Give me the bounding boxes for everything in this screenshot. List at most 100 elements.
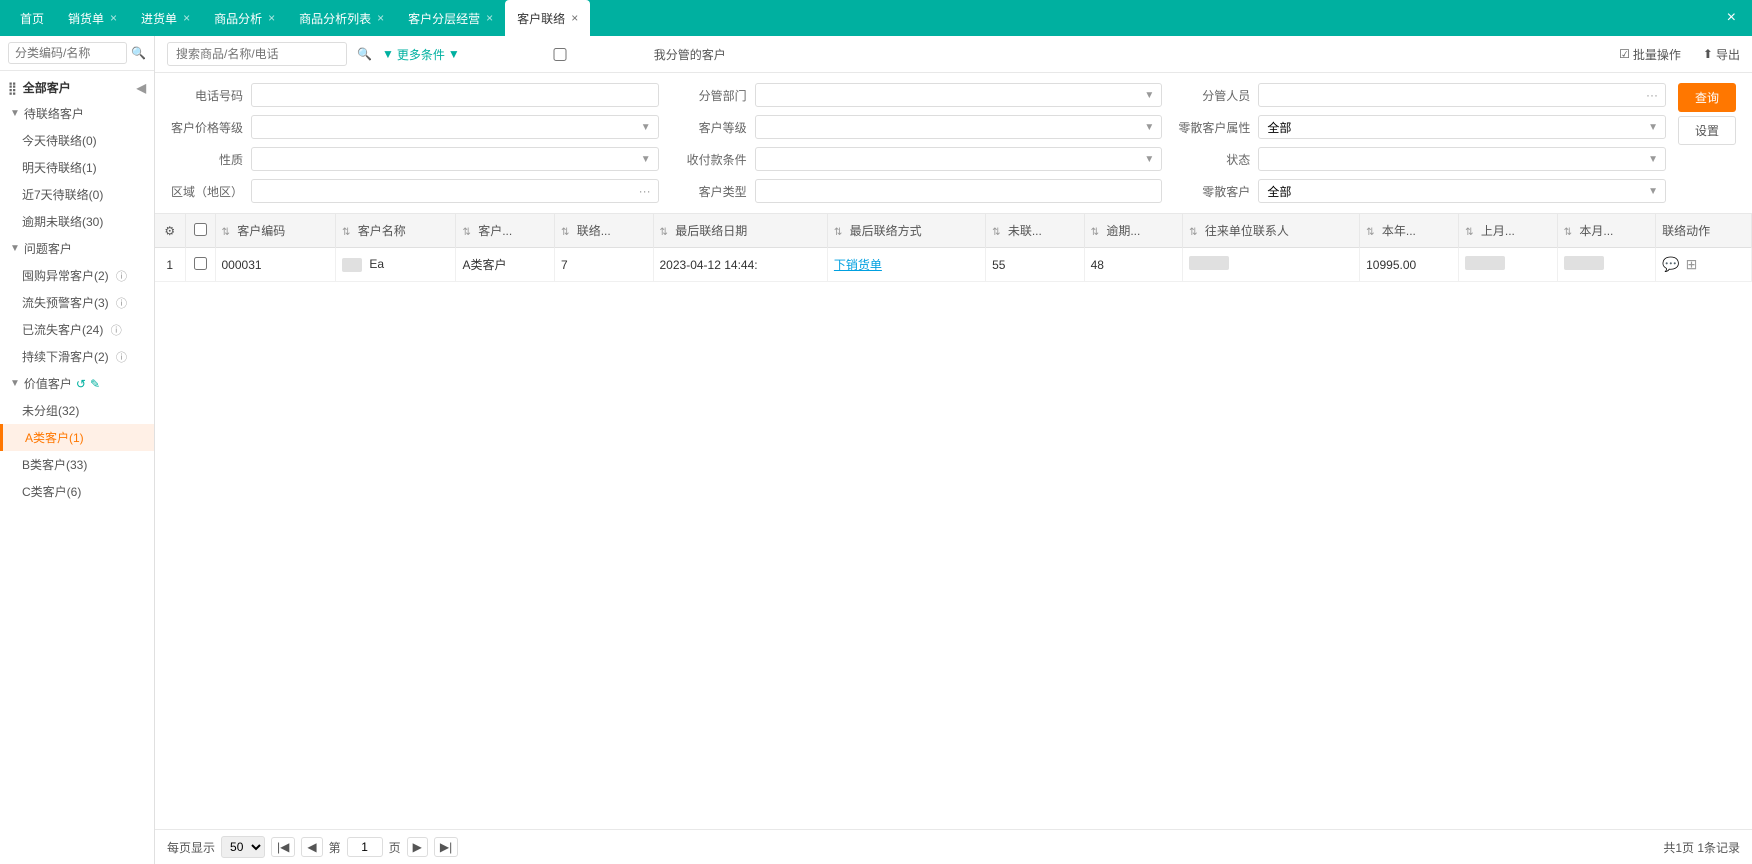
filter-retail-input[interactable] [1258, 179, 1666, 203]
filter-payment: 收付款条件 ▼ [675, 147, 1163, 171]
sidebar-item-stockpile-abnormal[interactable]: 囤购异常客户(2) ⓘ [0, 262, 154, 289]
sidebar-item-churned[interactable]: 已流失客户(24) ⓘ [0, 316, 154, 343]
filter-payment-label: 收付款条件 [675, 151, 755, 168]
select-all-checkbox[interactable] [194, 223, 207, 236]
sidebar-item-class-a[interactable]: A类客户(1) [0, 424, 154, 451]
nav-customer-segment-close[interactable]: × [486, 11, 493, 25]
sidebar-all-customers-header: ⣿ 全部客户 ◀ [0, 71, 154, 100]
nav-sales-order[interactable]: 销货单 × [56, 0, 129, 36]
name-sort-icon: ⇅ [342, 227, 350, 238]
filter-customer-level-input[interactable] [755, 115, 1163, 139]
search-icon[interactable]: 🔍 [357, 47, 372, 61]
filter-manager-input[interactable] [1258, 83, 1666, 107]
stockpile-info-icon: ⓘ [116, 271, 127, 283]
nav-sales-close[interactable]: × [110, 11, 117, 25]
th-overdue: ⇅ 逾期... [1084, 214, 1183, 248]
nav-home[interactable]: 首页 [8, 0, 56, 36]
nav-customer-contact-label: 客户联络 [517, 10, 565, 27]
th-this-year: ⇅ 本年... [1360, 214, 1459, 248]
sidebar-group-value[interactable]: ▼ 价值客户 ↺ ✎ [0, 370, 154, 397]
nav-customer-segment[interactable]: 客户分层经营 × [396, 0, 505, 36]
nav-purchase-close[interactable]: × [183, 11, 190, 25]
filter-phone-input[interactable] [251, 83, 659, 107]
nav-product-analysis-list-close[interactable]: × [377, 11, 384, 25]
more-icon[interactable]: ⊞ [1686, 256, 1698, 273]
filter-retail-attr-input[interactable] [1258, 115, 1666, 139]
page-input[interactable] [347, 837, 383, 857]
filter-retail: 零散客户 ▼ [1178, 179, 1666, 203]
prev-page-btn[interactable]: ◀ [301, 837, 322, 857]
next-page-btn[interactable]: ▶ [407, 837, 428, 857]
filter-bar: 🔍 ▼ 更多条件 ▼ 我分管的客户 ☑ 批量操作 ⬆ 导出 [155, 36, 1752, 73]
th-name: ⇅ 客户名称 [335, 214, 455, 248]
sidebar-item-7days-pending[interactable]: 近7天待联络(0) [0, 181, 154, 208]
filter-dept-label: 分管部门 [675, 87, 755, 104]
nav-customer-contact[interactable]: 客户联络 × [505, 0, 590, 36]
more-filters-button[interactable]: ▼ 更多条件 ▼ [382, 46, 460, 63]
row-last-method[interactable]: 下销货单 [834, 258, 882, 272]
sidebar-item-class-b[interactable]: B类客户(33) [0, 451, 154, 478]
filter-customer-type-input[interactable] [755, 179, 1163, 203]
sidebar-item-churn-warning[interactable]: 流失预警客户(3) ⓘ [0, 289, 154, 316]
th-this-month: ⇅ 本月... [1557, 214, 1656, 248]
gear-icon[interactable]: ⚙ [164, 224, 175, 238]
sidebar-collapse-icon[interactable]: ◀ [137, 81, 146, 95]
last-page-btn[interactable]: ▶| [434, 837, 458, 857]
filter-payment-input[interactable] [755, 147, 1163, 171]
code-sort-icon: ⇅ [222, 227, 230, 238]
contact2-blurred [1189, 256, 1229, 270]
filter-manager-label: 分管人员 [1178, 87, 1258, 104]
value-edit-icon[interactable]: ✎ [90, 377, 100, 391]
filter-status-input[interactable] [1258, 147, 1666, 171]
sidebar-item-tomorrow-pending[interactable]: 明天待联络(1) [0, 154, 154, 181]
nav-customer-contact-close[interactable]: × [571, 11, 578, 25]
th-this-year-label: 本年... [1382, 224, 1416, 238]
row-level: A类客户 [462, 258, 506, 272]
sidebar-search-input[interactable] [8, 42, 127, 64]
sidebar-item-overdue[interactable]: 逾期未联络(30) [0, 208, 154, 235]
settings-button[interactable]: 设置 [1678, 116, 1736, 145]
window-close-button[interactable]: × [1719, 9, 1744, 27]
value-refresh-icon[interactable]: ↺ [76, 377, 86, 391]
export-icon: ⬆ [1703, 47, 1713, 61]
export-button[interactable]: ⬆ 导出 [1703, 46, 1740, 63]
filter-customer-level-label: 客户等级 [675, 119, 755, 136]
sidebar-group-problem[interactable]: ▼ 问题客户 [0, 235, 154, 262]
nav-product-analysis-close[interactable]: × [268, 11, 275, 25]
row-checkbox[interactable] [194, 257, 207, 270]
first-page-btn[interactable]: |◀ [271, 837, 295, 857]
nav-product-analysis-list[interactable]: 商品分析列表 × [287, 0, 396, 36]
sidebar-title: 全部客户 [23, 79, 71, 96]
sidebar-item-today-pending[interactable]: 今天待联络(0) [0, 127, 154, 154]
th-uncontacted: ⇅ 未联... [986, 214, 1085, 248]
filter-price-level-input[interactable] [251, 115, 659, 139]
search-input[interactable] [167, 42, 347, 66]
sidebar-item-class-c[interactable]: C类客户(6) [0, 478, 154, 505]
per-page-select[interactable]: 50 [221, 836, 265, 858]
filter-nature-input[interactable] [251, 147, 659, 171]
nav-home-label: 首页 [20, 10, 44, 27]
query-button[interactable]: 查询 [1678, 83, 1736, 112]
td-no: 1 [155, 248, 185, 282]
filter-dept-input[interactable] [755, 83, 1163, 107]
filter-manager-wrapper: ··· [1258, 83, 1666, 107]
filter-retail-attr-label: 零散客户属性 [1178, 119, 1258, 136]
nav-purchase[interactable]: 进货单 × [129, 0, 202, 36]
chat-icon[interactable]: 💬 [1662, 256, 1679, 273]
sidebar-group-pending[interactable]: ▼ 待联络客户 [0, 100, 154, 127]
this-month-sort-icon: ⇅ [1564, 227, 1572, 238]
sidebar-item-unclassified[interactable]: 未分组(32) [0, 397, 154, 424]
filter-retail-attr: 零散客户属性 ▼ [1178, 115, 1666, 139]
td-last-date: 2023-04-12 14:44: [653, 248, 827, 282]
sidebar-item-declining[interactable]: 持续下滑客户(2) ⓘ [0, 343, 154, 370]
my-customers-check[interactable] [470, 48, 650, 61]
sidebar-stockpile-label: 囤购异常客户(2) [22, 269, 109, 283]
filter-region-input[interactable] [251, 179, 659, 203]
my-customers-checkbox[interactable]: 我分管的客户 [470, 46, 726, 63]
sidebar-tomorrow-pending-label: 明天待联络(1) [22, 161, 97, 175]
filter-phone-label: 电话号码 [171, 87, 251, 104]
name-avatar [342, 258, 362, 272]
nav-product-analysis[interactable]: 商品分析 × [202, 0, 287, 36]
batch-ops-button[interactable]: ☑ 批量操作 [1619, 46, 1681, 63]
sidebar-search-icon[interactable]: 🔍 [131, 46, 146, 60]
